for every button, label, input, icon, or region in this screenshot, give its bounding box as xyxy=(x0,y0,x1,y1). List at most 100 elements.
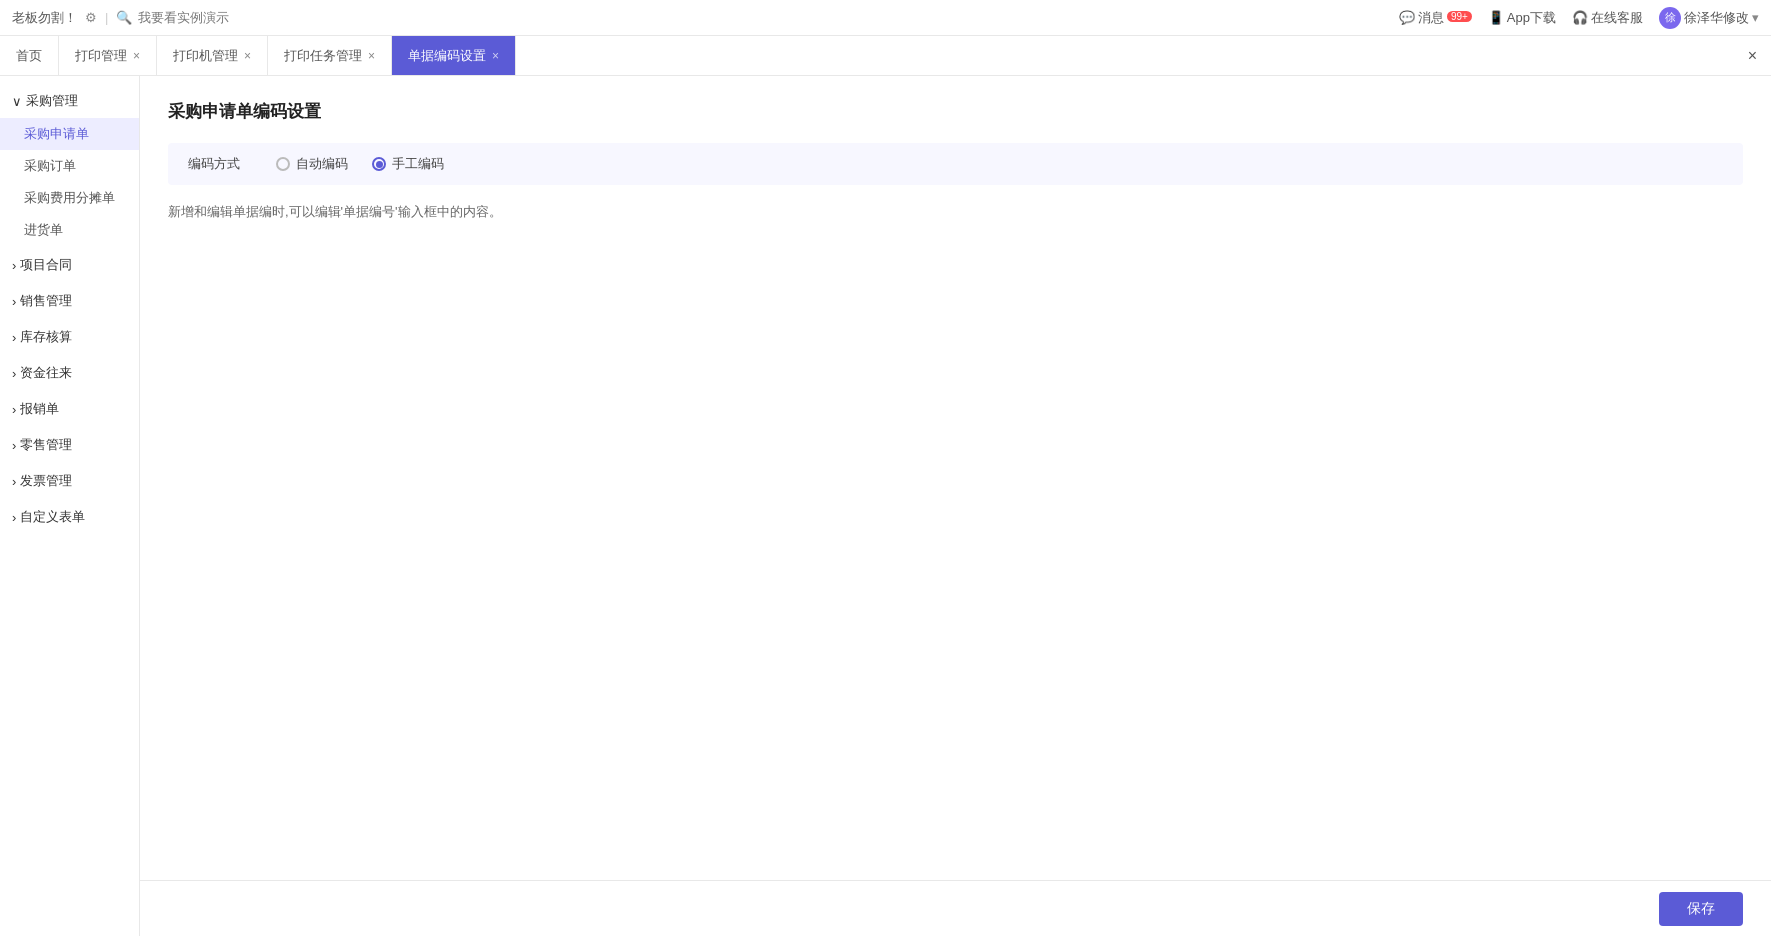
encoding-label: 编码方式 xyxy=(188,155,244,173)
app-icon: 📱 xyxy=(1488,10,1504,25)
project-arrow-icon: › xyxy=(12,258,16,273)
message-icon: 💬 xyxy=(1399,10,1415,25)
brand-text: 老板勿割！ xyxy=(12,9,77,27)
hint-text-content: 新增和编辑单据编时,可以编辑'单据编号'输入框中的内容。 xyxy=(168,204,502,219)
avatar: 徐 xyxy=(1659,7,1681,29)
top-bar: 老板勿割！ ⚙ | 🔍 我要看实例演示 💬 消息 99+ 📱 App下载 🎧 在… xyxy=(0,0,1771,36)
radio-manual-circle xyxy=(372,157,386,171)
content-body: 采购申请单编码设置 编码方式 自动编码 手工编码 新增和编辑单据编时,可以编辑'… xyxy=(140,76,1771,880)
content-area: 采购申请单编码设置 编码方式 自动编码 手工编码 新增和编辑单据编时,可以编辑'… xyxy=(140,76,1771,936)
sidebar-group-purchase-label: 采购管理 xyxy=(26,92,78,110)
inventory-arrow-icon: › xyxy=(12,330,16,345)
sidebar-group-finance-label: 资金往来 xyxy=(20,364,72,382)
tab-printer-management-label: 打印机管理 xyxy=(173,47,238,65)
message-item[interactable]: 💬 消息 99+ xyxy=(1399,9,1472,27)
sidebar-group-sales-title[interactable]: › 销售管理 xyxy=(0,284,139,318)
invoice-arrow-icon: › xyxy=(12,474,16,489)
sidebar-item-incoming-label: 进货单 xyxy=(24,222,63,237)
finance-arrow-icon: › xyxy=(12,366,16,381)
radio-group: 自动编码 手工编码 xyxy=(276,155,444,173)
encoding-row: 编码方式 自动编码 手工编码 xyxy=(168,143,1743,185)
tab-bar-close-all[interactable]: × xyxy=(1734,36,1771,75)
expense-arrow-icon: › xyxy=(12,402,16,417)
tab-code-settings-close[interactable]: × xyxy=(492,49,499,63)
hint-text: 新增和编辑单据编时,可以编辑'单据编号'输入框中的内容。 xyxy=(168,203,1743,221)
tab-print-management-label: 打印管理 xyxy=(75,47,127,65)
sidebar-item-purchase-request[interactable]: 采购申请单 xyxy=(0,118,139,150)
sidebar-group-finance: › 资金往来 xyxy=(0,356,139,390)
sidebar-group-purchase-title[interactable]: ∨ 采购管理 xyxy=(0,84,139,118)
purchase-arrow-icon: ∨ xyxy=(12,94,22,109)
tab-code-settings-label: 单据编码设置 xyxy=(408,47,486,65)
sidebar-group-custom-title[interactable]: › 自定义表单 xyxy=(0,500,139,534)
user-item[interactable]: 徐 徐泽华修改 ▾ xyxy=(1659,7,1759,29)
sidebar-group-expense-title[interactable]: › 报销单 xyxy=(0,392,139,426)
sidebar-group-invoice: › 发票管理 xyxy=(0,464,139,498)
sidebar-group-finance-title[interactable]: › 资金往来 xyxy=(0,356,139,390)
sidebar-group-invoice-label: 发票管理 xyxy=(20,472,72,490)
sidebar-item-purchase-request-label: 采购申请单 xyxy=(24,126,89,141)
user-name: 徐泽华修改 xyxy=(1684,9,1749,27)
top-bar-right: 💬 消息 99+ 📱 App下载 🎧 在线客服 徐 徐泽华修改 ▾ xyxy=(1399,7,1759,29)
gear-icon[interactable]: ⚙ xyxy=(85,10,97,25)
radio-auto-label: 自动编码 xyxy=(296,155,348,173)
main-layout: ∨ 采购管理 采购申请单 采购订单 采购费用分摊单 进货单 › 项目合同 xyxy=(0,76,1771,936)
tab-code-settings[interactable]: 单据编码设置 × xyxy=(392,36,516,75)
sidebar-item-purchase-expense-label: 采购费用分摊单 xyxy=(24,190,115,205)
sidebar-group-inventory-label: 库存核算 xyxy=(20,328,72,346)
app-download-label: App下载 xyxy=(1507,9,1556,27)
avatar-text: 徐 xyxy=(1665,10,1676,25)
custom-arrow-icon: › xyxy=(12,510,16,525)
sidebar-group-sales: › 销售管理 xyxy=(0,284,139,318)
message-badge: 99+ xyxy=(1447,11,1472,22)
sidebar-item-purchase-expense[interactable]: 采购费用分摊单 xyxy=(0,182,139,214)
tab-print-management[interactable]: 打印管理 × xyxy=(59,36,157,75)
content-footer: 保存 xyxy=(140,880,1771,936)
sidebar-group-expense: › 报销单 xyxy=(0,392,139,426)
sidebar-group-retail-title[interactable]: › 零售管理 xyxy=(0,428,139,462)
sidebar-group-invoice-title[interactable]: › 发票管理 xyxy=(0,464,139,498)
tab-bar: 首页 打印管理 × 打印机管理 × 打印任务管理 × 单据编码设置 × × xyxy=(0,36,1771,76)
search-icon: 🔍 xyxy=(116,10,132,25)
radio-manual-label: 手工编码 xyxy=(392,155,444,173)
tab-print-task[interactable]: 打印任务管理 × xyxy=(268,36,392,75)
radio-manual-code[interactable]: 手工编码 xyxy=(372,155,444,173)
sidebar-group-inventory-title[interactable]: › 库存核算 xyxy=(0,320,139,354)
chevron-down-icon: ▾ xyxy=(1752,10,1759,25)
app-download-item[interactable]: 📱 App下载 xyxy=(1488,9,1556,27)
search-text: 我要看实例演示 xyxy=(138,9,229,27)
sidebar-group-inventory: › 库存核算 xyxy=(0,320,139,354)
sales-arrow-icon: › xyxy=(12,294,16,309)
sidebar-group-custom: › 自定义表单 xyxy=(0,500,139,534)
sidebar-group-purchase: ∨ 采购管理 采购申请单 采购订单 采购费用分摊单 进货单 xyxy=(0,84,139,246)
top-bar-divider: | xyxy=(105,10,108,25)
sidebar-group-project-title[interactable]: › 项目合同 xyxy=(0,248,139,282)
sidebar-group-sales-label: 销售管理 xyxy=(20,292,72,310)
tab-printer-management[interactable]: 打印机管理 × xyxy=(157,36,268,75)
tab-print-management-close[interactable]: × xyxy=(133,49,140,63)
sidebar-group-retail: › 零售管理 xyxy=(0,428,139,462)
retail-arrow-icon: › xyxy=(12,438,16,453)
tab-home-label: 首页 xyxy=(16,47,42,65)
sidebar: ∨ 采购管理 采购申请单 采购订单 采购费用分摊单 进货单 › 项目合同 xyxy=(0,76,140,936)
sidebar-group-project-label: 项目合同 xyxy=(20,256,72,274)
tab-home[interactable]: 首页 xyxy=(0,36,59,75)
sidebar-item-incoming[interactable]: 进货单 xyxy=(0,214,139,246)
sidebar-group-custom-label: 自定义表单 xyxy=(20,508,85,526)
search-area[interactable]: 🔍 我要看实例演示 xyxy=(116,9,229,27)
sidebar-group-project: › 项目合同 xyxy=(0,248,139,282)
tab-print-task-label: 打印任务管理 xyxy=(284,47,362,65)
sidebar-item-purchase-order[interactable]: 采购订单 xyxy=(0,150,139,182)
sidebar-group-expense-label: 报销单 xyxy=(20,400,59,418)
save-button[interactable]: 保存 xyxy=(1659,892,1743,926)
online-service-item[interactable]: 🎧 在线客服 xyxy=(1572,9,1643,27)
tab-printer-management-close[interactable]: × xyxy=(244,49,251,63)
message-label: 消息 xyxy=(1418,9,1444,27)
headset-icon: 🎧 xyxy=(1572,10,1588,25)
tab-print-task-close[interactable]: × xyxy=(368,49,375,63)
radio-auto-circle xyxy=(276,157,290,171)
radio-auto-code[interactable]: 自动编码 xyxy=(276,155,348,173)
sidebar-group-retail-label: 零售管理 xyxy=(20,436,72,454)
page-title: 采购申请单编码设置 xyxy=(168,100,1743,123)
online-service-label: 在线客服 xyxy=(1591,9,1643,27)
